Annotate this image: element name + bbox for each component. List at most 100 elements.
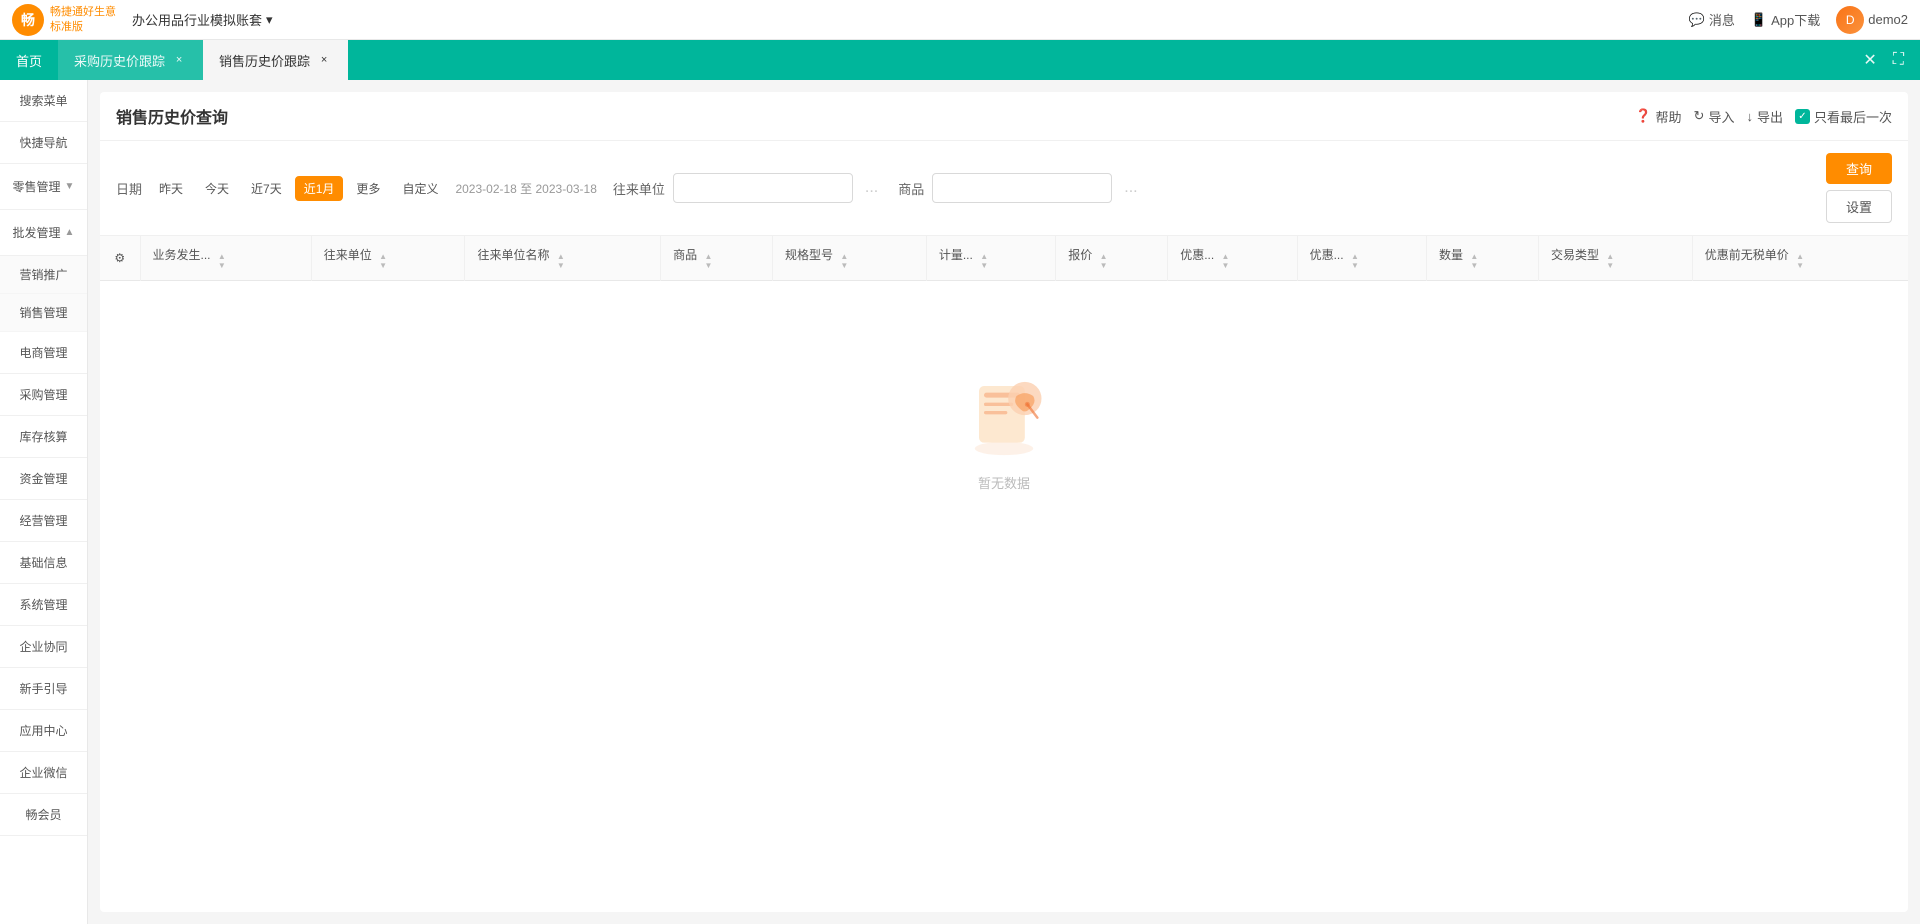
- th-quantity-label: 数量: [1439, 248, 1463, 262]
- source-unit-group: 往来单位 ...: [613, 173, 882, 203]
- sidebar-item-finance-mgmt[interactable]: 资金管理: [0, 458, 87, 500]
- only-last-checkbox[interactable]: ✓: [1795, 109, 1810, 124]
- date-btn-7days[interactable]: 近7天: [242, 176, 291, 201]
- quick-nav-label: 快捷导航: [19, 134, 67, 151]
- system-mgmt-label: 系统管理: [19, 596, 67, 613]
- sidebar-item-wholesale-mgmt[interactable]: 批发管理 ▲: [0, 210, 87, 256]
- enterprise-wechat-label: 企业微信: [19, 764, 67, 781]
- date-btn-custom[interactable]: 自定义: [393, 176, 447, 201]
- tab-sales-close-icon[interactable]: ×: [316, 52, 332, 68]
- import-btn[interactable]: ↻ 导入: [1694, 107, 1735, 126]
- th-discount1-label: 优惠...: [1180, 248, 1214, 262]
- empty-text: 暂无数据: [978, 473, 1030, 492]
- sidebar-item-retail-mgmt[interactable]: 零售管理 ▼: [0, 164, 87, 210]
- sort-arrows-discount1: ▲ ▼: [1222, 253, 1230, 270]
- message-btn[interactable]: 💬 消息: [1689, 10, 1735, 29]
- th-spec-label: 规格型号: [785, 248, 833, 262]
- product-input[interactable]: [932, 173, 1112, 203]
- th-price[interactable]: 报价 ▲ ▼: [1056, 236, 1168, 281]
- date-btn-1month[interactable]: 近1月: [295, 176, 344, 201]
- th-discount1[interactable]: 优惠... ▲ ▼: [1168, 236, 1297, 281]
- tab-purchase-history-label: 采购历史价跟踪: [74, 51, 165, 70]
- help-label: 帮助: [1656, 107, 1682, 126]
- retail-mgmt-label: 零售管理: [13, 178, 61, 195]
- dropdown-arrow-icon: ▾: [266, 12, 273, 28]
- member-label: 畅会员: [25, 806, 61, 823]
- date-btn-more[interactable]: 更多: [347, 176, 389, 201]
- th-unit-measure[interactable]: 计量... ▲ ▼: [926, 236, 1055, 281]
- source-unit-input[interactable]: [673, 173, 853, 203]
- app-center-label: 应用中心: [19, 722, 67, 739]
- export-icon: ↓: [1746, 109, 1753, 124]
- th-pretax-price-label: 优惠前无税单价: [1705, 248, 1789, 262]
- tab-purchase-close-icon[interactable]: ×: [171, 52, 187, 68]
- sidebar-item-basic-info[interactable]: 基础信息: [0, 542, 87, 584]
- sort-arrows-trade-type: ▲ ▼: [1606, 253, 1614, 270]
- date-btn-today[interactable]: 今天: [196, 176, 238, 201]
- empty-state: 暂无数据: [100, 281, 1908, 572]
- sort-arrows-pretax-price: ▲ ▼: [1796, 253, 1804, 270]
- app-download-btn[interactable]: 📱 App下载: [1751, 10, 1820, 29]
- query-button[interactable]: 查询: [1826, 153, 1892, 184]
- tab-home[interactable]: 首页: [0, 40, 58, 80]
- th-unit-name[interactable]: 往来单位名称 ▲ ▼: [465, 236, 661, 281]
- sidebar-item-operations-mgmt[interactable]: 经营管理: [0, 500, 87, 542]
- tab-purchase-history[interactable]: 采购历史价跟踪 ×: [58, 40, 203, 80]
- top-header: 畅 畅捷通好生意标准版 办公用品行业模拟账套 ▾ 💬 消息 📱 App下载 D …: [0, 0, 1920, 40]
- sidebar-item-member[interactable]: 畅会员: [0, 794, 87, 836]
- product-picker-icon[interactable]: ...: [1120, 179, 1141, 197]
- th-quantity[interactable]: 数量 ▲ ▼: [1426, 236, 1538, 281]
- sidebar-item-app-center[interactable]: 应用中心: [0, 710, 87, 752]
- sort-arrows-unit-measure: ▲ ▼: [980, 253, 988, 270]
- tab-close-all-icon[interactable]: ✕: [1859, 46, 1880, 74]
- header-right: 💬 消息 📱 App下载 D demo2: [1689, 6, 1908, 34]
- th-biz-date[interactable]: 业务发生... ▲ ▼: [140, 236, 311, 281]
- sort-arrows-quantity: ▲ ▼: [1470, 253, 1478, 270]
- th-unit-id[interactable]: 往来单位 ▲ ▼: [311, 236, 465, 281]
- sidebar-item-sales-mgmt[interactable]: 销售管理: [0, 294, 87, 332]
- th-product[interactable]: 商品 ▲ ▼: [661, 236, 773, 281]
- avatar: D: [1836, 6, 1864, 34]
- sidebar-item-enterprise-collab[interactable]: 企业协同: [0, 626, 87, 668]
- date-filter-group: 日期 昨天 今天 近7天 近1月 更多 自定义 2023-02-18 至 202…: [116, 176, 597, 201]
- sidebar-item-system-mgmt[interactable]: 系统管理: [0, 584, 87, 626]
- user-area[interactable]: D demo2: [1836, 6, 1908, 34]
- th-trade-type[interactable]: 交易类型 ▲ ▼: [1538, 236, 1692, 281]
- retail-mgmt-arrow-icon: ▼: [65, 181, 75, 192]
- help-icon: ❓: [1635, 108, 1651, 124]
- th-spec[interactable]: 规格型号 ▲ ▼: [773, 236, 927, 281]
- operations-mgmt-label: 经营管理: [19, 512, 67, 529]
- th-unit-name-label: 往来单位名称: [477, 248, 549, 262]
- export-btn[interactable]: ↓ 导出: [1746, 107, 1783, 126]
- help-btn[interactable]: ❓ 帮助: [1635, 107, 1681, 126]
- workspace-title: 办公用品行业模拟账套: [132, 10, 262, 29]
- sidebar-item-newbie-guide[interactable]: 新手引导: [0, 668, 87, 710]
- basic-info-label: 基础信息: [19, 554, 67, 571]
- workspace-dropdown[interactable]: 办公用品行业模拟账套 ▾: [124, 6, 281, 33]
- sort-arrows-discount2: ▲ ▼: [1351, 253, 1359, 270]
- sidebar-item-purchase-mgmt[interactable]: 采购管理: [0, 374, 87, 416]
- tab-sales-history[interactable]: 销售历史价跟踪 ×: [203, 40, 348, 80]
- sidebar-item-inventory-check[interactable]: 库存核算: [0, 416, 87, 458]
- th-pretax-price[interactable]: 优惠前无税单价 ▲ ▼: [1692, 236, 1908, 281]
- sort-arrows-product: ▲ ▼: [704, 253, 712, 270]
- th-settings[interactable]: ⚙: [100, 236, 140, 281]
- header-left: 畅 畅捷通好生意标准版 办公用品行业模拟账套 ▾: [12, 4, 281, 36]
- sort-arrows-biz-date: ▲ ▼: [218, 253, 226, 270]
- sidebar-item-quick-nav[interactable]: 快捷导航: [0, 122, 87, 164]
- table-header: ⚙ 业务发生... ▲ ▼ 往来单位: [100, 236, 1908, 281]
- setting-button[interactable]: 设置: [1826, 190, 1892, 223]
- source-unit-picker-icon[interactable]: ...: [861, 179, 882, 197]
- sidebar-item-enterprise-wechat[interactable]: 企业微信: [0, 752, 87, 794]
- date-btn-yesterday[interactable]: 昨天: [150, 176, 192, 201]
- tab-fullscreen-icon[interactable]: ⛶: [1889, 47, 1908, 73]
- sidebar-item-ecommerce-mgmt[interactable]: 电商管理: [0, 332, 87, 374]
- th-trade-type-label: 交易类型: [1551, 248, 1599, 262]
- th-discount2[interactable]: 优惠... ▲ ▼: [1297, 236, 1426, 281]
- sidebar-item-sales-promo[interactable]: 营销推广: [0, 256, 87, 294]
- tab-bar-right: ✕ ⛶: [1859, 46, 1920, 74]
- only-last-checkbox-label[interactable]: ✓ 只看最后一次: [1795, 107, 1892, 126]
- query-action-group: 查询 设置: [1826, 153, 1892, 223]
- data-table: ⚙ 业务发生... ▲ ▼ 往来单位: [100, 236, 1908, 281]
- sidebar-item-search-menu[interactable]: 搜索菜单: [0, 80, 87, 122]
